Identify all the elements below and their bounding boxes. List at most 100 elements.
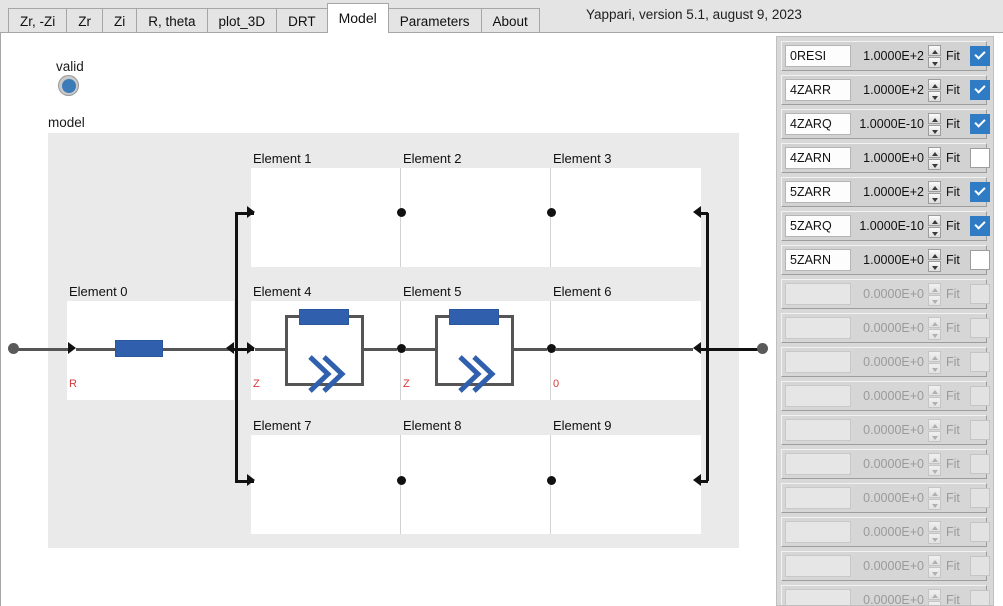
parameter-spinner[interactable] — [928, 147, 941, 170]
parameter-name-field[interactable]: 5ZARN — [785, 249, 851, 271]
spinner-down-icon[interactable] — [928, 125, 941, 136]
spinner-down-icon[interactable] — [928, 57, 941, 68]
fit-checkbox[interactable] — [970, 216, 990, 236]
fit-checkbox[interactable] — [970, 80, 990, 100]
element-cell-7[interactable] — [251, 435, 401, 534]
parameter-row[interactable]: 0.0000E+0 Fit — [781, 415, 990, 445]
parameter-name-field[interactable]: 5ZARQ — [785, 215, 851, 237]
element-label-9: Element 9 — [553, 418, 612, 433]
parameter-value: 0.0000E+0 — [863, 321, 924, 335]
parameter-row[interactable]: 4ZARQ 1.0000E-10 Fit — [781, 109, 990, 139]
parameter-row[interactable]: 0.0000E+0 Fit — [781, 347, 990, 377]
tab-zi[interactable]: Zi — [102, 8, 138, 33]
spinner-up-icon[interactable] — [928, 181, 941, 192]
parameter-value: 0.0000E+0 — [863, 389, 924, 403]
tab-parameters[interactable]: Parameters — [387, 8, 482, 33]
parameter-row[interactable]: 0.0000E+0 Fit — [781, 483, 990, 513]
fit-checkbox[interactable] — [970, 182, 990, 202]
parameter-row[interactable]: 0.0000E+0 Fit — [781, 381, 990, 411]
spinner-up-icon[interactable] — [928, 249, 941, 260]
tab-plot-3d[interactable]: plot_3D — [206, 8, 278, 33]
parameter-row[interactable]: 0RESI 1.0000E+2 Fit — [781, 41, 990, 71]
element-cell-1[interactable] — [251, 168, 401, 267]
spinner-up-icon[interactable] — [928, 113, 941, 124]
spinner-down-icon[interactable] — [928, 227, 941, 238]
fit-label: Fit — [946, 389, 960, 403]
model-circuit-panel[interactable]: Element 0 R Element 1 Element 2 Element 3 Ele… — [8, 133, 768, 548]
parameter-value: 0.0000E+0 — [863, 491, 924, 505]
element-sublabel-0: R — [69, 378, 77, 390]
tab-drt[interactable]: DRT — [276, 8, 328, 33]
parameter-row[interactable]: 0.0000E+0 Fit — [781, 551, 990, 581]
parameter-value[interactable]: 1.0000E+0 — [854, 147, 924, 169]
spinner-up-icon[interactable] — [928, 79, 941, 90]
tab-r-theta[interactable]: R, theta — [136, 8, 208, 33]
fit-checkbox — [970, 352, 990, 372]
parameter-spinner[interactable] — [928, 79, 941, 102]
spinner-up-icon[interactable] — [928, 215, 941, 226]
element-label-3: Element 3 — [553, 151, 612, 166]
parameter-spinner[interactable] — [928, 215, 941, 238]
right-bus-vertical — [706, 213, 709, 481]
element-label-5: Element 5 — [403, 284, 462, 299]
parameter-value[interactable]: 1.0000E+2 — [854, 79, 924, 101]
parameter-spinner[interactable] — [928, 45, 941, 68]
tab-strip: Zr, -Zi Zr Zi R, theta plot_3D DRT Model Parame… — [8, 3, 540, 33]
parameter-row[interactable]: 0.0000E+0 Fit — [781, 279, 990, 309]
element-sublabel-6: 0 — [553, 378, 560, 390]
wire-right-lead — [706, 348, 758, 351]
parameter-row[interactable]: 0.0000E+0 Fit — [781, 517, 990, 547]
spinner-down-icon[interactable] — [928, 261, 941, 272]
spinner-up-icon[interactable] — [928, 45, 941, 56]
parameter-panel[interactable]: 0RESI 1.0000E+2 Fit 4ZARR 1.0000E+2 Fit 4ZARQ 1… — [776, 36, 994, 606]
element-cell-8[interactable] — [401, 435, 551, 534]
fit-checkbox[interactable] — [970, 250, 990, 270]
parameter-row[interactable]: 5ZARQ 1.0000E-10 Fit — [781, 211, 990, 241]
fit-checkbox[interactable] — [970, 148, 990, 168]
spinner-down-icon — [928, 329, 941, 340]
parameter-value[interactable]: 1.0000E+2 — [854, 181, 924, 203]
tab-about[interactable]: About — [480, 8, 540, 33]
parameter-name-field[interactable]: 4ZARN — [785, 147, 851, 169]
tab-zr[interactable]: Zr — [66, 8, 103, 33]
parameter-row[interactable]: 0.0000E+0 Fit — [781, 449, 990, 479]
arrow-into-element0 — [68, 342, 76, 354]
parameter-row[interactable]: 4ZARN 1.0000E+0 Fit — [781, 143, 990, 173]
parameter-row[interactable]: 5ZARN 1.0000E+0 Fit — [781, 245, 990, 275]
parameter-name-field[interactable]: 4ZARR — [785, 79, 851, 101]
spinner-down-icon — [928, 363, 941, 374]
tab-model[interactable]: Model — [326, 3, 389, 33]
spinner-up-icon — [928, 453, 941, 464]
parameter-spinner[interactable] — [928, 113, 941, 136]
spinner-down-icon[interactable] — [928, 193, 941, 204]
element-cell-3[interactable] — [551, 168, 701, 267]
fit-checkbox — [970, 420, 990, 440]
parameter-value[interactable]: 1.0000E+0 — [854, 249, 924, 271]
parameter-spinner[interactable] — [928, 181, 941, 204]
tab-zr-zi[interactable]: Zr, -Zi — [8, 8, 68, 33]
valid-led-indicator — [58, 75, 79, 96]
fit-checkbox — [970, 284, 990, 304]
element-cell-2[interactable] — [401, 168, 551, 267]
parameter-row[interactable]: 4ZARR 1.0000E+2 Fit — [781, 75, 990, 105]
spinner-down-icon[interactable] — [928, 91, 941, 102]
parameter-name-field[interactable]: 0RESI — [785, 45, 851, 67]
terminal-left[interactable] — [8, 343, 19, 354]
spinner-up-icon[interactable] — [928, 147, 941, 158]
fit-checkbox[interactable] — [970, 46, 990, 66]
parameter-value[interactable]: 1.0000E-10 — [854, 113, 924, 135]
parameter-value[interactable]: 1.0000E+2 — [854, 45, 924, 67]
spinner-down-icon[interactable] — [928, 159, 941, 170]
terminal-right[interactable] — [757, 343, 768, 354]
fit-checkbox[interactable] — [970, 114, 990, 134]
element-cell-9[interactable] — [551, 435, 701, 534]
parameter-name-field[interactable]: 4ZARQ — [785, 113, 851, 135]
parameter-spinner[interactable] — [928, 249, 941, 272]
parameter-value[interactable]: 1.0000E-10 — [854, 215, 924, 237]
parameter-row[interactable]: 0.0000E+0 Fit — [781, 585, 990, 605]
parameter-spinner — [928, 589, 941, 605]
parameter-row[interactable]: 0.0000E+0 Fit — [781, 313, 990, 343]
fit-label: Fit — [946, 117, 960, 131]
parameter-row[interactable]: 5ZARR 1.0000E+2 Fit — [781, 177, 990, 207]
parameter-name-field[interactable]: 5ZARR — [785, 181, 851, 203]
